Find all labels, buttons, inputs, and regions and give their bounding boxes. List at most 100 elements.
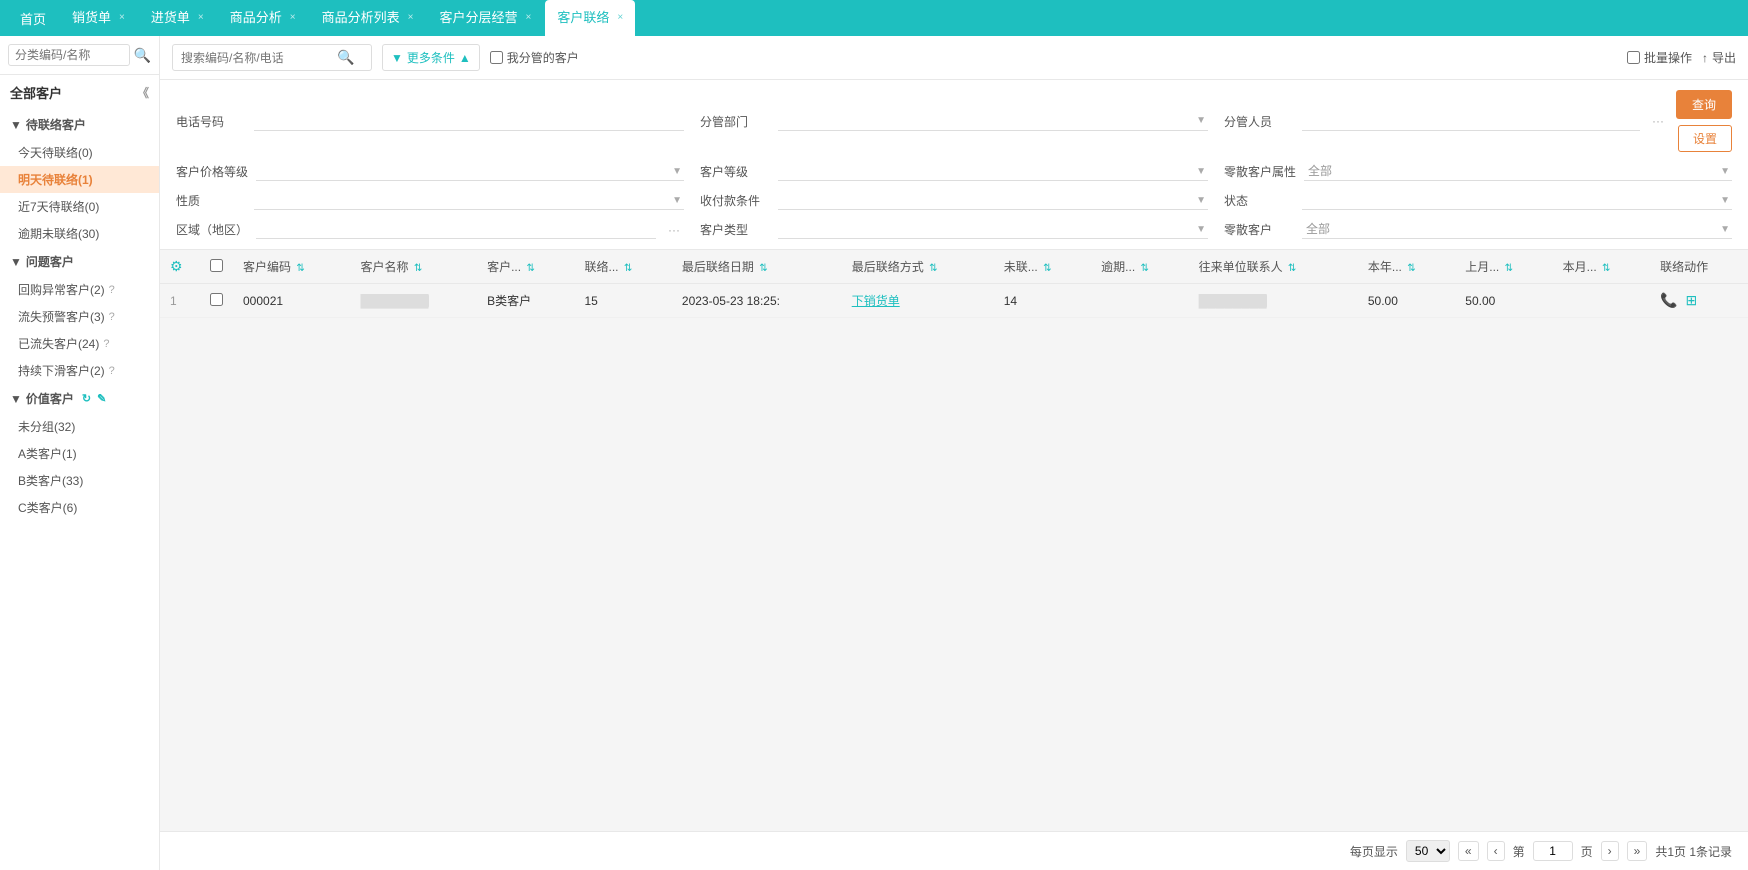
sort-icon[interactable]: ⇅	[929, 263, 937, 274]
last-page-btn[interactable]: »	[1627, 841, 1648, 861]
search-input[interactable]	[181, 51, 331, 65]
sort-icon[interactable]: ⇅	[759, 263, 767, 274]
sidebar-item-class-a[interactable]: A类客户(1)	[0, 440, 159, 467]
collapse-icon: 《	[137, 84, 149, 101]
next-page-btn[interactable]: ›	[1601, 841, 1619, 861]
nav-item-analysis-list[interactable]: 商品分析列表 ×	[310, 0, 426, 36]
query-button[interactable]: 查询	[1676, 90, 1732, 119]
sidebar-item-churned[interactable]: 已流失客户(24) ?	[0, 330, 159, 357]
sidebar-item-class-b[interactable]: B类客户(33)	[0, 467, 159, 494]
sort-icon[interactable]: ⇅	[1043, 263, 1051, 274]
export-btn[interactable]: ↑ 导出	[1702, 49, 1736, 66]
close-icon[interactable]: ×	[617, 0, 623, 36]
first-page-btn[interactable]: «	[1458, 841, 1479, 861]
sort-icon[interactable]: ⇅	[1288, 263, 1296, 274]
sidebar-search-input[interactable]	[8, 44, 130, 66]
sort-icon[interactable]: ⇅	[1141, 263, 1149, 274]
retail-select[interactable]: 全部	[1302, 220, 1732, 238]
sidebar-item-tomorrow[interactable]: 明天待联络(1)	[0, 166, 159, 193]
sort-icon[interactable]: ⇅	[1602, 263, 1610, 274]
sidebar-item-declining[interactable]: 持续下滑客户(2) ?	[0, 357, 159, 384]
search-icon[interactable]: 🔍	[134, 47, 151, 64]
more-conditions-btn[interactable]: ▼ 更多条件 ▲	[382, 44, 480, 71]
dept-select[interactable]	[778, 112, 1208, 130]
batch-checkbox[interactable]	[1627, 51, 1640, 64]
export-icon: ↑	[1702, 51, 1708, 65]
payment-select[interactable]	[778, 191, 1208, 209]
nav-item-customer-contact[interactable]: 客户联络 ×	[545, 0, 635, 36]
total-info: 共1页 1条记录	[1655, 843, 1732, 860]
region-input[interactable]	[256, 220, 656, 239]
sidebar-section-value[interactable]: ▼ 价值客户 ↻ ✎	[0, 384, 159, 413]
sidebar-item-overdue[interactable]: 逾期未联络(30)	[0, 220, 159, 247]
my-customers-checkbox[interactable]	[490, 51, 503, 64]
nav-item-customer-ops[interactable]: 客户分层经营 ×	[427, 0, 543, 36]
phone-input[interactable]	[254, 112, 684, 131]
page-number-input[interactable]	[1533, 841, 1573, 861]
content-area: 🔍 ▼ 更多条件 ▲ 我分管的客户 批量操作 ↑ 导出	[160, 36, 1748, 870]
last-contact-method-cell: 下销货单	[842, 284, 994, 318]
filter-gender: 性质 ▼	[176, 191, 684, 210]
close-icon[interactable]: ×	[198, 0, 204, 36]
uncontacted-cell: 14	[994, 284, 1091, 318]
sidebar-section-problem[interactable]: ▼ 问题客户	[0, 247, 159, 276]
page-label: 第	[1513, 843, 1525, 860]
edit-icon[interactable]: ✎	[97, 392, 106, 405]
batch-operation-btn[interactable]: 批量操作	[1627, 49, 1692, 66]
setting-button[interactable]: 设置	[1678, 125, 1732, 152]
sidebar-item-class-c[interactable]: C类客户(6)	[0, 494, 159, 521]
sort-icon[interactable]: ⇅	[526, 263, 534, 274]
gender-select[interactable]	[254, 191, 684, 209]
filter-person: 分管人员 ··· 查询 设置	[1224, 90, 1732, 152]
my-customers-filter[interactable]: 我分管的客户	[490, 49, 579, 66]
sidebar-item-churn-warning[interactable]: 流失预警客户(3) ?	[0, 303, 159, 330]
phone-icon[interactable]: 📞	[1660, 292, 1677, 309]
grid-icon[interactable]: ⊞	[1686, 292, 1698, 309]
filter-bar: 🔍 ▼ 更多条件 ▲ 我分管的客户 批量操作 ↑ 导出	[160, 36, 1748, 80]
more-icon[interactable]: ···	[1648, 114, 1668, 128]
sort-icon[interactable]: ⇅	[624, 263, 632, 274]
level-select[interactable]	[778, 162, 1208, 180]
sidebar-all-customers[interactable]: 全部客户 《	[0, 75, 159, 110]
contact-cell: 15	[575, 284, 672, 318]
chevron-down-icon: ▼	[672, 195, 682, 206]
col-this-month: 本月... ⇅	[1553, 250, 1650, 284]
nav-item-sale[interactable]: 销货单 ×	[60, 0, 137, 36]
sort-icon[interactable]: ⇅	[296, 263, 304, 274]
contact-method-link[interactable]: 下销货单	[852, 294, 900, 308]
filter-phone: 电话号码	[176, 90, 684, 152]
sidebar-section-pending[interactable]: ▼ 待联络客户	[0, 110, 159, 139]
close-icon[interactable]: ×	[525, 0, 531, 36]
sidebar-item-7days[interactable]: 近7天待联络(0)	[0, 193, 159, 220]
settings-icon[interactable]: ⚙	[170, 258, 183, 274]
nav-item-analysis[interactable]: 商品分析 ×	[218, 0, 308, 36]
row-checkbox[interactable]	[210, 293, 223, 306]
per-page-select[interactable]: 50	[1406, 840, 1450, 862]
filter-value-level: 客户价格等级 ▼	[176, 162, 684, 181]
nav-item-purchase[interactable]: 进货单 ×	[139, 0, 216, 36]
nav-home[interactable]: 首页	[8, 9, 58, 28]
close-icon[interactable]: ×	[290, 0, 296, 36]
sidebar-item-repurchase-abnormal[interactable]: 回购异常客户(2) ?	[0, 276, 159, 303]
close-icon[interactable]: ×	[408, 0, 414, 36]
status-select[interactable]	[1302, 191, 1732, 209]
value-level-select[interactable]	[256, 162, 684, 180]
close-icon[interactable]: ×	[119, 0, 125, 36]
refresh-icon[interactable]: ↻	[82, 392, 91, 405]
prev-page-btn[interactable]: ‹	[1487, 841, 1505, 861]
filter-retail-attr: 零散客户属性 全部 ▼	[1224, 162, 1732, 181]
select-all-checkbox[interactable]	[210, 259, 223, 272]
more-icon[interactable]: ···	[664, 223, 684, 237]
retail-attr-select[interactable]: 全部	[1304, 162, 1732, 180]
sort-icon[interactable]: ⇅	[1505, 263, 1513, 274]
col-last-month: 上月... ⇅	[1455, 250, 1552, 284]
search-icon[interactable]: 🔍	[337, 49, 354, 66]
type-select[interactable]	[778, 220, 1208, 238]
person-input[interactable]	[1302, 112, 1640, 131]
sort-icon[interactable]: ⇅	[1407, 263, 1415, 274]
top-navigation: 首页 销货单 × 进货单 × 商品分析 × 商品分析列表 × 客户分层经营 × …	[0, 0, 1748, 36]
sort-icon[interactable]: ⇅	[414, 263, 422, 274]
sidebar-item-today[interactable]: 今天待联络(0)	[0, 139, 159, 166]
chevron-down-icon: ▼	[1196, 166, 1206, 177]
sidebar-item-unclassified[interactable]: 未分组(32)	[0, 413, 159, 440]
